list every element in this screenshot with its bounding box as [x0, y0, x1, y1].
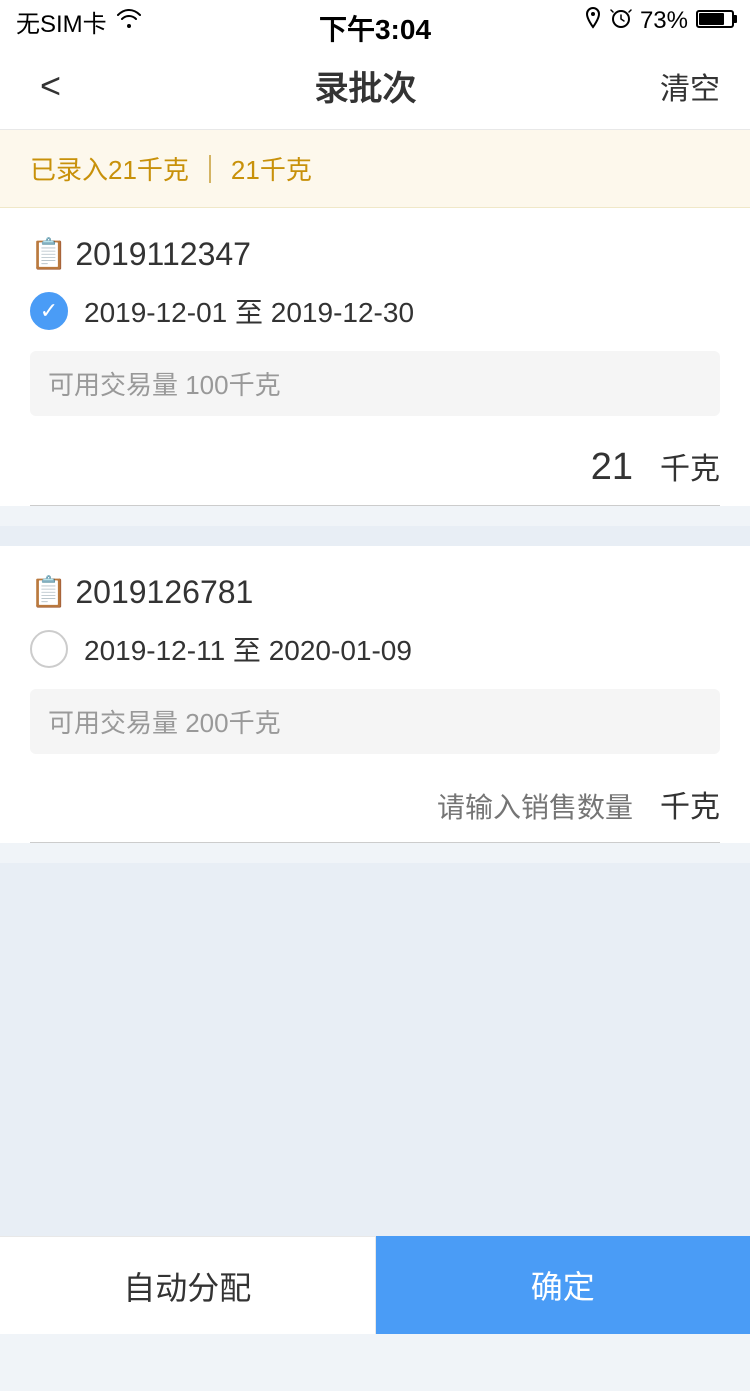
- batch-1-radio[interactable]: ✓: [30, 292, 68, 330]
- batch-1-underline: [30, 505, 720, 506]
- batch-2-unit: 千克: [660, 782, 720, 826]
- empty-area: [0, 863, 750, 1293]
- back-button[interactable]: <: [30, 55, 71, 117]
- batch-card-2: 📋 2019126781 2019-12-11 至 2020-01-09 可用交…: [0, 546, 750, 843]
- sim-label: 无SIM卡: [16, 4, 107, 39]
- battery-icon: [696, 7, 734, 35]
- battery-percent: 73%: [640, 7, 688, 35]
- batch-icon-2: 📋: [30, 575, 67, 610]
- recorded-amount: 已录入21千克: [30, 150, 189, 187]
- batch-2-date-row[interactable]: 2019-12-11 至 2020-01-09: [0, 621, 750, 681]
- batch-1-date-row[interactable]: ✓ 2019-12-01 至 2019-12-30: [0, 283, 750, 343]
- batch-1-amount-input[interactable]: [528, 446, 648, 489]
- batch-2-header: 📋 2019126781: [0, 546, 750, 621]
- batch-2-underline: [30, 842, 720, 843]
- batch-card-1: 📋 2019112347 ✓ 2019-12-01 至 2019-12-30 可…: [0, 208, 750, 506]
- location-icon: [584, 7, 602, 36]
- batch-1-header: 📋 2019112347: [0, 208, 750, 283]
- wifi-icon: [115, 7, 143, 35]
- batch-1-amount-row: 千克: [0, 436, 750, 505]
- batch-2-radio[interactable]: [30, 630, 68, 668]
- batch-2-date: 2019-12-11 至 2020-01-09: [84, 629, 412, 669]
- batch-2-id: 2019126781: [75, 574, 253, 611]
- status-time: 下午3:04: [319, 8, 431, 48]
- auto-distribute-button[interactable]: 自动分配: [0, 1236, 376, 1334]
- clear-button[interactable]: 清空: [660, 64, 720, 108]
- batch-1-date: 2019-12-01 至 2019-12-30: [84, 291, 414, 331]
- status-bar: 无SIM卡 下午3:04 73%: [0, 0, 750, 42]
- check-icon: ✓: [40, 298, 58, 324]
- bottom-bar: 自动分配 确定: [0, 1236, 750, 1334]
- info-banner: 已录入21千克 21千克: [0, 130, 750, 208]
- batch-1-avail: 可用交易量 100千克: [30, 351, 720, 416]
- total-amount: 21千克: [231, 150, 312, 187]
- confirm-button[interactable]: 确定: [376, 1236, 750, 1334]
- batch-icon-1: 📋: [30, 237, 67, 272]
- batch-2-amount-row: 千克: [0, 774, 750, 842]
- nav-bar: < 录批次 清空: [0, 42, 750, 130]
- section-divider: [0, 526, 750, 546]
- page-title: 录批次: [315, 61, 417, 110]
- batch-2-amount-input[interactable]: [388, 792, 648, 824]
- info-divider: [209, 155, 211, 183]
- alarm-icon: [610, 7, 632, 36]
- batch-2-avail: 可用交易量 200千克: [30, 689, 720, 754]
- batch-1-id: 2019112347: [75, 236, 251, 273]
- batch-1-unit: 千克: [660, 444, 720, 488]
